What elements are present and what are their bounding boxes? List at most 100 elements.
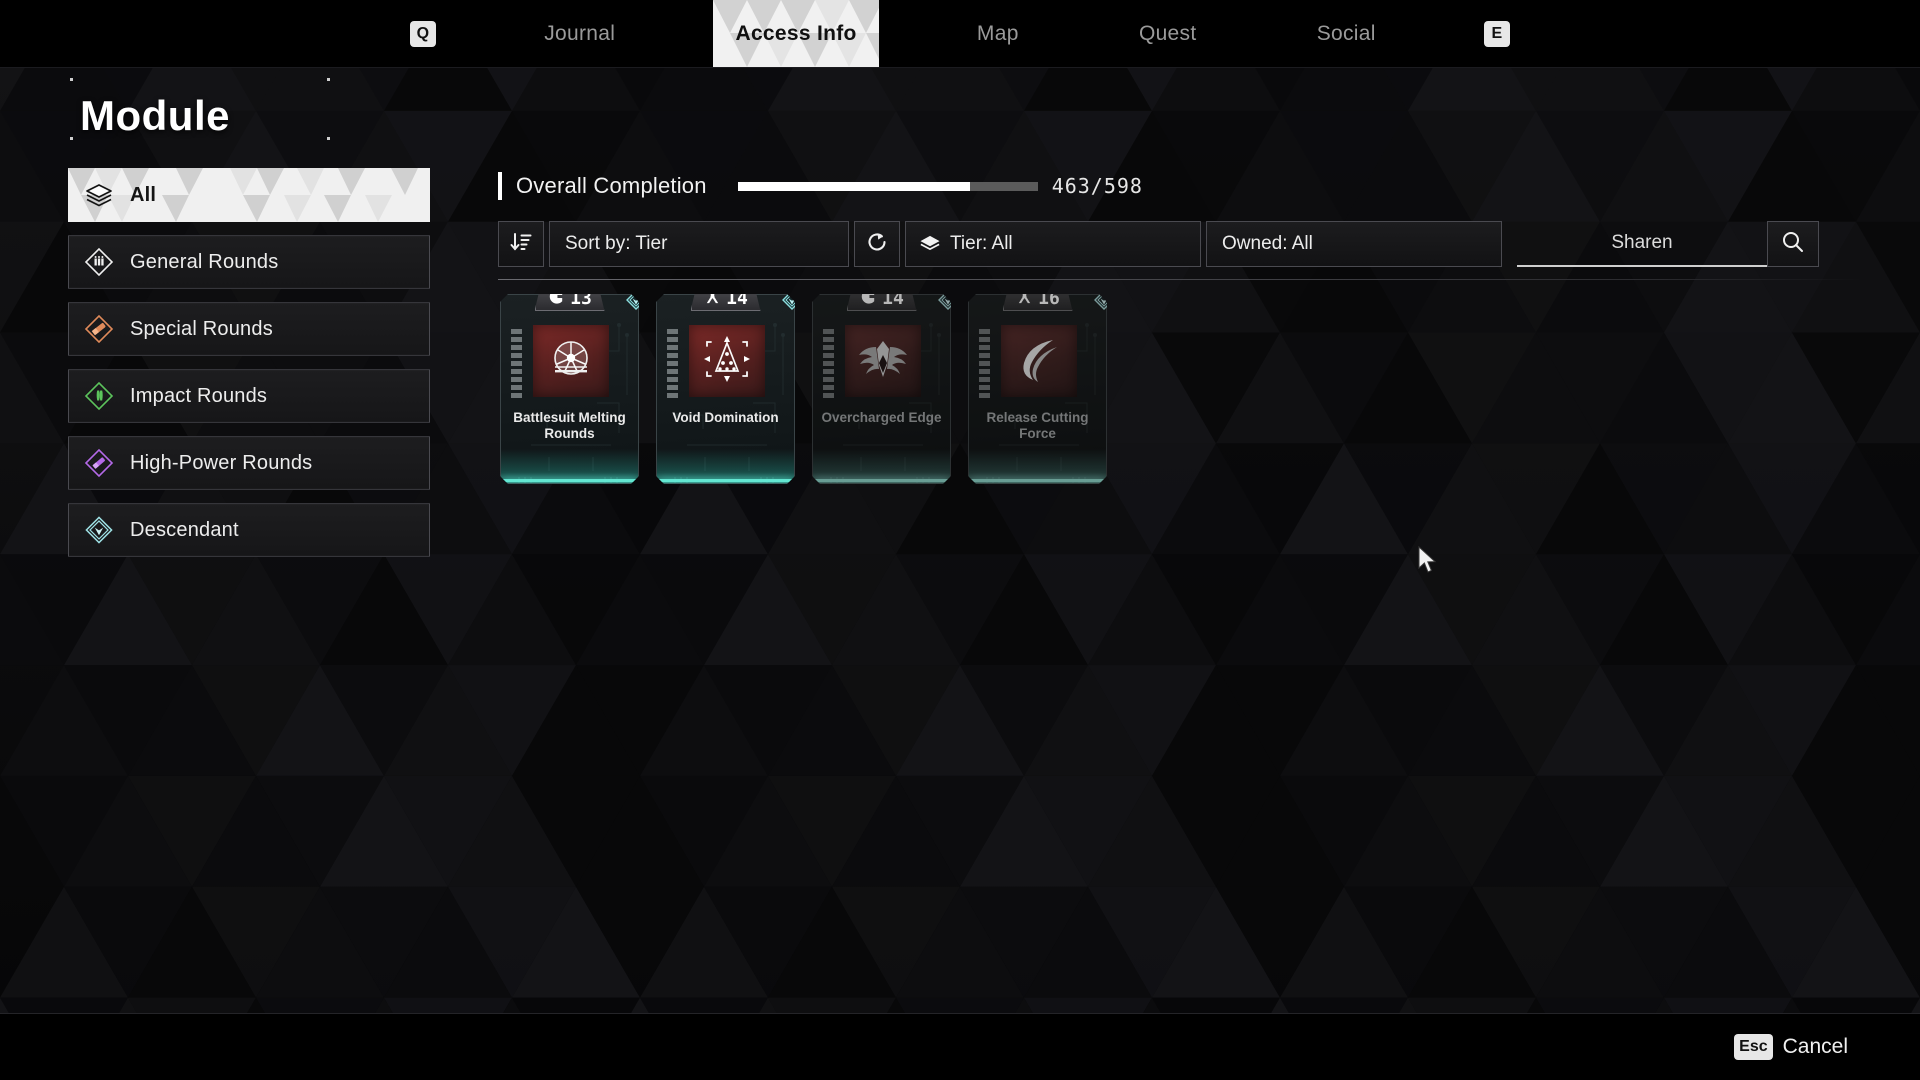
sort-direction-button[interactable] xyxy=(498,221,544,267)
key-esc-icon: Esc xyxy=(1734,1034,1773,1060)
card-slot-strip xyxy=(823,329,834,398)
panel-divider xyxy=(498,279,1864,280)
sidebar-item-descendant[interactable]: Descendant xyxy=(68,503,430,557)
tab-access-info[interactable]: Access Info xyxy=(713,0,879,67)
module-main-panel: Overall Completion 463/598 Sort by: Tier… xyxy=(498,168,1864,484)
card-tier-number: 16 xyxy=(1038,288,1060,309)
search-button[interactable] xyxy=(1767,221,1819,267)
card-name: Battlesuit Melting Rounds xyxy=(513,410,626,441)
general-rounds-badge-icon xyxy=(859,287,878,311)
bottom-action-bar: Esc Cancel xyxy=(0,1013,1920,1080)
category-sidebar: All General Rounds Special Rounds Impact… xyxy=(68,168,430,570)
completion-progress-bar xyxy=(737,181,1038,191)
mouse-cursor-icon xyxy=(1418,545,1440,581)
general-rounds-badge-icon xyxy=(547,287,566,311)
card-tier-number: 14 xyxy=(882,288,904,309)
search-input[interactable]: Sharen xyxy=(1517,221,1767,267)
key-q-icon: Q xyxy=(410,20,436,47)
key-e-icon: E xyxy=(1483,20,1510,47)
card-bottom-glow xyxy=(501,449,638,483)
title-corner-dot-br xyxy=(327,137,330,140)
card-art xyxy=(845,325,921,397)
tab-social[interactable]: Social xyxy=(1295,0,1398,67)
layers-icon xyxy=(905,233,941,255)
winged-crest-icon xyxy=(854,335,912,388)
crescent-slash-icon xyxy=(1011,335,1067,388)
special-rounds-diamond-icon xyxy=(68,313,130,345)
rank-gem-icon xyxy=(1093,289,1115,318)
overall-completion-label: Overall Completion xyxy=(516,173,707,198)
card-bottom-glow xyxy=(657,449,794,483)
tab-journal-label: Journal xyxy=(544,21,616,45)
sidebar-item-descendant-label: Descendant xyxy=(130,518,239,541)
tier-filter-label: Tier: All xyxy=(950,233,1013,254)
title-corner-dot-bl xyxy=(70,137,73,140)
sidebar-item-high-power-rounds[interactable]: High-Power Rounds xyxy=(68,436,430,490)
card-tier-number: 13 xyxy=(570,288,592,309)
tier-filter-dropdown[interactable]: Tier: All xyxy=(905,221,1201,267)
sort-by-dropdown[interactable]: Sort by: Tier xyxy=(549,221,849,267)
tab-map[interactable]: Map xyxy=(955,0,1041,67)
page-title: Module xyxy=(80,92,230,139)
card-slot-strip xyxy=(511,329,522,398)
card-slot-strip xyxy=(667,329,678,398)
card-bottom-glow xyxy=(813,449,950,483)
module-screen: Q Journal Access Info Map Quest Social E… xyxy=(0,0,1920,1080)
sidebar-item-general-rounds-label: General Rounds xyxy=(130,250,279,273)
nav-prev-key[interactable]: Q xyxy=(400,0,446,67)
sort-descending-icon xyxy=(509,230,533,259)
card-tier-badge: 14 xyxy=(691,286,761,311)
sidebar-item-impact-rounds-label: Impact Rounds xyxy=(130,384,268,407)
owned-filter-dropdown[interactable]: Owned: All xyxy=(1206,221,1502,267)
sidebar-item-impact-rounds[interactable]: Impact Rounds xyxy=(68,369,430,423)
module-card[interactable]: 13 Battlesuit Melting Rounds xyxy=(500,294,639,484)
title-corner-dot-tl xyxy=(70,78,73,81)
sidebar-item-all[interactable]: All xyxy=(68,168,430,222)
card-art xyxy=(533,325,609,397)
arrow-spread-icon xyxy=(700,333,754,390)
completion-progress-fill xyxy=(737,181,970,191)
rank-gem-icon xyxy=(937,289,959,318)
descendant-diamond-icon xyxy=(68,514,130,546)
top-navigation-bar: Q Journal Access Info Map Quest Social E xyxy=(0,0,1920,67)
module-card-grid: 13 Battlesuit Melting Rounds 14 Void Dom… xyxy=(498,294,1864,484)
rank-gem-icon xyxy=(625,289,647,318)
topbar-divider xyxy=(0,67,1920,68)
tab-access-info-label: Access Info xyxy=(735,21,857,45)
tab-journal[interactable]: Journal xyxy=(522,0,637,67)
reset-filters-button[interactable] xyxy=(854,221,900,267)
sidebar-item-all-label: All xyxy=(130,183,157,206)
high-power-rounds-diamond-icon xyxy=(68,447,130,479)
card-name: Overcharged Edge xyxy=(821,410,942,425)
completion-count: 463/598 xyxy=(1051,174,1143,198)
card-name: Release Cutting Force xyxy=(986,410,1089,441)
owned-filter-label: Owned: All xyxy=(1222,233,1313,254)
reset-refresh-icon xyxy=(865,230,889,259)
card-bottom-accent xyxy=(815,479,948,482)
rank-gem-icon xyxy=(781,289,803,318)
card-bottom-accent xyxy=(503,479,636,482)
card-tier-badge: 14 xyxy=(847,286,917,311)
module-card[interactable]: 14 Void Domination xyxy=(656,294,795,484)
special-rounds-badge-icon xyxy=(1015,287,1034,311)
sidebar-item-special-rounds-label: Special Rounds xyxy=(130,317,273,340)
tab-quest[interactable]: Quest xyxy=(1117,0,1219,67)
search-icon xyxy=(1780,229,1806,260)
card-art xyxy=(689,325,765,397)
nav-tabs: Q Journal Access Info Map Quest Social E xyxy=(400,0,1520,67)
card-bottom-accent xyxy=(971,479,1104,482)
module-card[interactable]: 14 Overcharged Edge xyxy=(812,294,951,484)
sidebar-item-general-rounds[interactable]: General Rounds xyxy=(68,235,430,289)
card-bottom-glow xyxy=(969,449,1106,483)
tab-map-label: Map xyxy=(976,21,1019,45)
card-tier-badge: 16 xyxy=(1003,286,1073,311)
filter-toolbar: Sort by: Tier Tier: All Owned: All Share… xyxy=(498,221,1864,267)
nav-next-key[interactable]: E xyxy=(1474,0,1520,67)
cancel-button-label[interactable]: Cancel xyxy=(1783,1035,1848,1059)
impact-rounds-diamond-icon xyxy=(68,380,130,412)
sidebar-item-special-rounds[interactable]: Special Rounds xyxy=(68,302,430,356)
search-input-value: Sharen xyxy=(1611,232,1673,253)
module-card[interactable]: 16 Release Cutting Force xyxy=(968,294,1107,484)
sidebar-item-high-power-rounds-label: High-Power Rounds xyxy=(130,451,313,474)
card-slot-strip xyxy=(979,329,990,398)
